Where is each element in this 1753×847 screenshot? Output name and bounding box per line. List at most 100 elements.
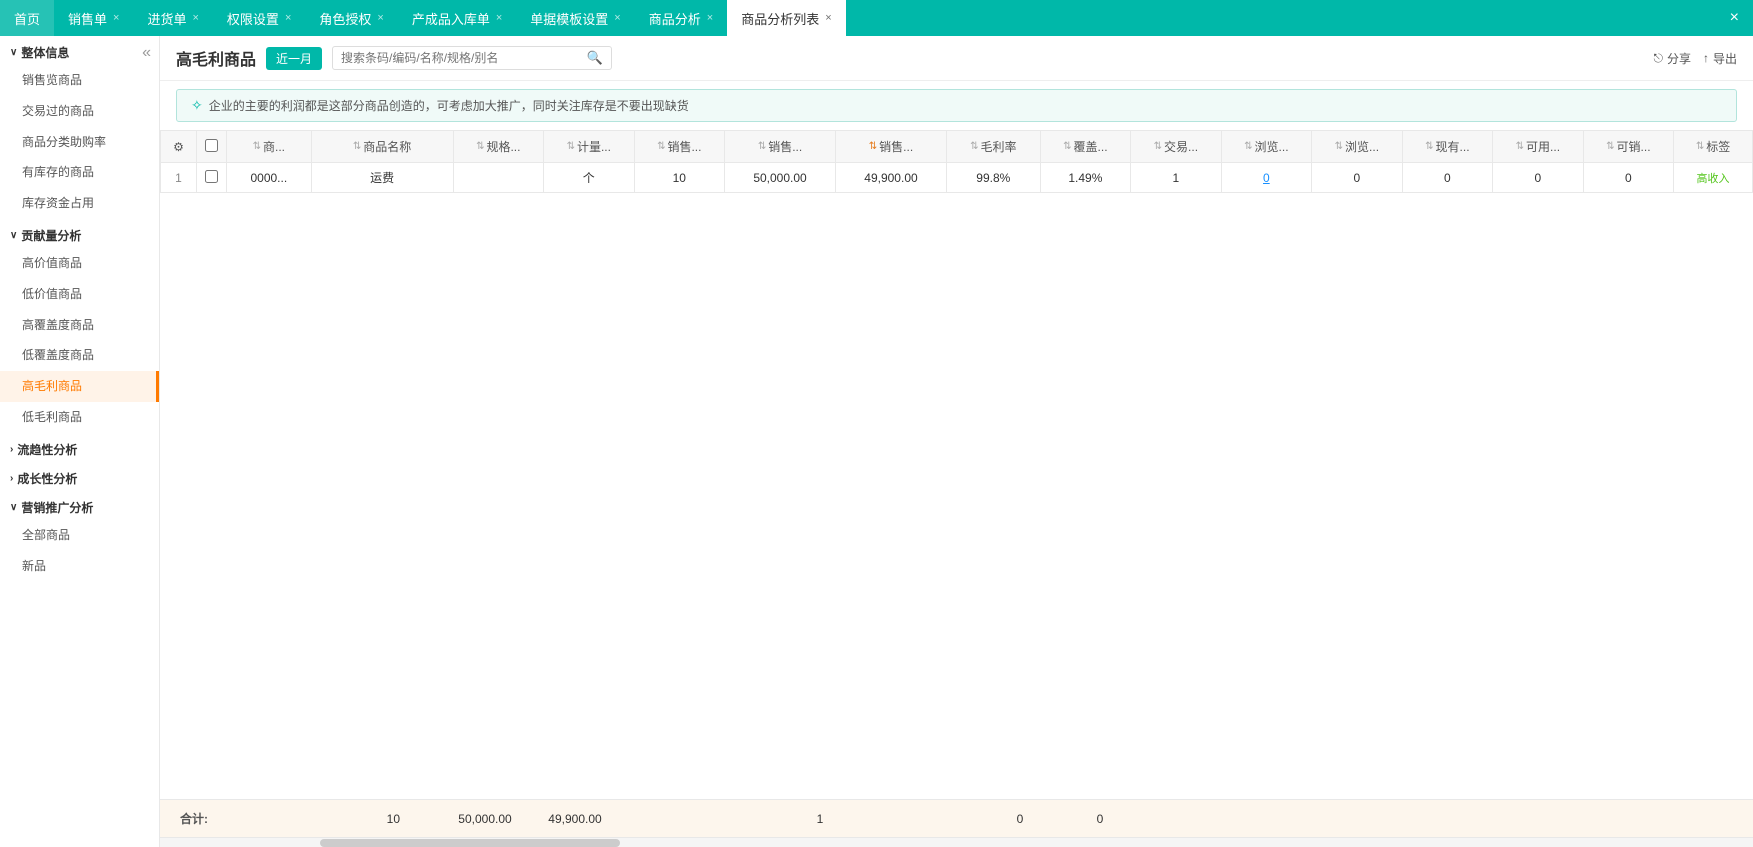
- sort-icon: ⇅: [567, 141, 575, 152]
- row-checkbox[interactable]: [197, 163, 227, 193]
- sidebar-item-stock-capital[interactable]: 库存资金占用: [0, 188, 159, 219]
- close-icon[interactable]: ×: [614, 12, 620, 24]
- col-coverage[interactable]: ⇅覆盖...: [1040, 131, 1131, 163]
- horizontal-scrollbar[interactable]: [160, 837, 1753, 847]
- table-container: ⚙ ⇅商... ⇅商品名称 ⇅规格...: [160, 130, 1753, 799]
- close-all-button[interactable]: ×: [1716, 0, 1753, 36]
- close-icon[interactable]: ×: [285, 12, 291, 24]
- sort-icon: ⇅: [476, 141, 484, 152]
- sidebar-item-high-coverage[interactable]: 高覆盖度商品: [0, 310, 159, 341]
- col-tag[interactable]: ⇅标签: [1674, 131, 1753, 163]
- col-checkbox[interactable]: [197, 131, 227, 163]
- nav-template[interactable]: 单据模板设置 ×: [516, 0, 634, 36]
- col-sellable[interactable]: ⇅可销...: [1583, 131, 1674, 163]
- sort-icon: ⇅: [253, 141, 261, 152]
- row-tx-count: 1: [1131, 163, 1222, 193]
- row-spec: [453, 163, 544, 193]
- sidebar-item-new-products[interactable]: 新品: [0, 551, 159, 582]
- col-unit[interactable]: ⇅计量...: [544, 131, 635, 163]
- close-icon[interactable]: ×: [377, 12, 383, 24]
- sort-icon: ⇅: [869, 141, 877, 152]
- sidebar-item-in-stock[interactable]: 有库存的商品: [0, 157, 159, 188]
- nav-instock[interactable]: 产成品入库单 ×: [398, 0, 516, 36]
- sort-icon: ⇅: [1606, 141, 1614, 152]
- footer-spacer: [620, 812, 780, 826]
- nav-home[interactable]: 首页: [0, 0, 54, 36]
- col-browse2[interactable]: ⇅浏览...: [1312, 131, 1403, 163]
- row-coverage: 1.49%: [1040, 163, 1131, 193]
- col-spec[interactable]: ⇅规格...: [453, 131, 544, 163]
- footer-label: 合计:: [160, 810, 240, 827]
- sort-icon: ⇅: [758, 141, 766, 152]
- top-nav: 首页 销售单 × 进货单 × 权限设置 × 角色授权 × 产成品入库单 × 单据…: [0, 0, 1753, 36]
- sidebar-item-high-margin[interactable]: 高毛利商品: [0, 371, 159, 402]
- page-title: 高毛利商品: [176, 46, 256, 70]
- info-icon: ✧: [191, 97, 203, 114]
- share-button[interactable]: ⎋ 分享: [1653, 50, 1691, 67]
- sidebar-item-high-value[interactable]: 高价值商品: [0, 248, 159, 279]
- footer-sale-qty: 10: [240, 812, 440, 826]
- search-icon[interactable]: 🔍: [587, 50, 603, 66]
- sidebar-item-low-margin[interactable]: 低毛利商品: [0, 402, 159, 433]
- col-current-stock[interactable]: ⇅现有...: [1402, 131, 1493, 163]
- sort-icon: ⇅: [1696, 141, 1704, 152]
- nav-permission[interactable]: 权限设置 ×: [213, 0, 305, 36]
- col-sale-amount[interactable]: ⇅销售...: [725, 131, 836, 163]
- close-icon[interactable]: ×: [192, 12, 198, 24]
- row-unit: 个: [544, 163, 635, 193]
- nav-purchase[interactable]: 进货单 ×: [133, 0, 212, 36]
- footer-tx-count: 1: [780, 812, 860, 826]
- browse1-link[interactable]: 0: [1263, 171, 1270, 185]
- row-code: 0000...: [227, 163, 312, 193]
- col-settings[interactable]: ⚙: [161, 131, 197, 163]
- search-box: 🔍: [332, 46, 612, 70]
- chevron-down-icon: ∨: [10, 47, 17, 58]
- nav-analysis-list[interactable]: 商品分析列表 ×: [727, 0, 845, 36]
- search-input[interactable]: [341, 51, 587, 65]
- sidebar-item-low-coverage[interactable]: 低覆盖度商品: [0, 340, 159, 371]
- sort-icon: ⇅: [1516, 141, 1524, 152]
- row-sale-qty: 10: [634, 163, 725, 193]
- col-gross-rate[interactable]: ⇅毛利率: [946, 131, 1040, 163]
- content-area: 高毛利商品 近一月 🔍 ⎋ 分享 ↑ 导出 ✧ 企业的主要的利润都是这部分商品创…: [160, 36, 1753, 847]
- close-icon[interactable]: ×: [825, 12, 831, 24]
- table-row: 1 0000... 运费 个 10 50,000.00 49,900.00 99…: [161, 163, 1753, 193]
- sidebar-item-low-value[interactable]: 低价值商品: [0, 279, 159, 310]
- row-select-checkbox[interactable]: [205, 170, 218, 183]
- nav-analysis[interactable]: 商品分析 ×: [635, 0, 727, 36]
- close-icon[interactable]: ×: [496, 12, 502, 24]
- time-filter-button[interactable]: 近一月: [266, 47, 322, 70]
- sidebar-item-all-products[interactable]: 全部商品: [0, 520, 159, 551]
- close-icon[interactable]: ×: [707, 12, 713, 24]
- select-all-checkbox[interactable]: [205, 139, 218, 152]
- sort-icon: ⇅: [1063, 141, 1071, 152]
- header-actions: ⎋ 分享 ↑ 导出: [1653, 50, 1737, 67]
- nav-sales[interactable]: 销售单 ×: [54, 0, 133, 36]
- sidebar-item-category-rate[interactable]: 商品分类助购率: [0, 127, 159, 158]
- sort-icon: ⇅: [970, 141, 978, 152]
- sidebar-section-trend[interactable]: › 流趋性分析: [0, 433, 159, 462]
- sidebar-section-growth[interactable]: › 成长性分析: [0, 462, 159, 491]
- export-icon: ↑: [1703, 51, 1709, 65]
- main-layout: « ∨ 整体信息 销售览商品 交易过的商品 商品分类助购率 有库存的商品 库存资…: [0, 36, 1753, 847]
- sidebar-section-marketing[interactable]: ∨ 营销推广分析: [0, 491, 159, 520]
- col-sale-qty[interactable]: ⇅销售...: [634, 131, 725, 163]
- close-icon[interactable]: ×: [113, 12, 119, 24]
- col-tx[interactable]: ⇅交易...: [1131, 131, 1222, 163]
- nav-role[interactable]: 角色授权 ×: [305, 0, 397, 36]
- row-browse1[interactable]: 0: [1221, 163, 1312, 193]
- col-browse1[interactable]: ⇅浏览...: [1221, 131, 1312, 163]
- col-sale-net[interactable]: ⇅销售...: [836, 131, 947, 163]
- sidebar-section-overall[interactable]: ∨ 整体信息: [0, 36, 159, 65]
- sidebar-item-sale-browse[interactable]: 销售览商品: [0, 65, 159, 96]
- sidebar-collapse-button[interactable]: «: [142, 44, 151, 62]
- col-code[interactable]: ⇅商...: [227, 131, 312, 163]
- sidebar-section-contribution[interactable]: ∨ 贡献量分析: [0, 219, 159, 248]
- col-name[interactable]: ⇅商品名称: [311, 131, 453, 163]
- sort-icon: ⇅: [1154, 141, 1162, 152]
- sort-icon: ⇅: [1425, 141, 1433, 152]
- export-button[interactable]: ↑ 导出: [1703, 50, 1737, 67]
- sidebar-item-traded[interactable]: 交易过的商品: [0, 96, 159, 127]
- col-available[interactable]: ⇅可用...: [1493, 131, 1584, 163]
- row-current-stock: 0: [1402, 163, 1493, 193]
